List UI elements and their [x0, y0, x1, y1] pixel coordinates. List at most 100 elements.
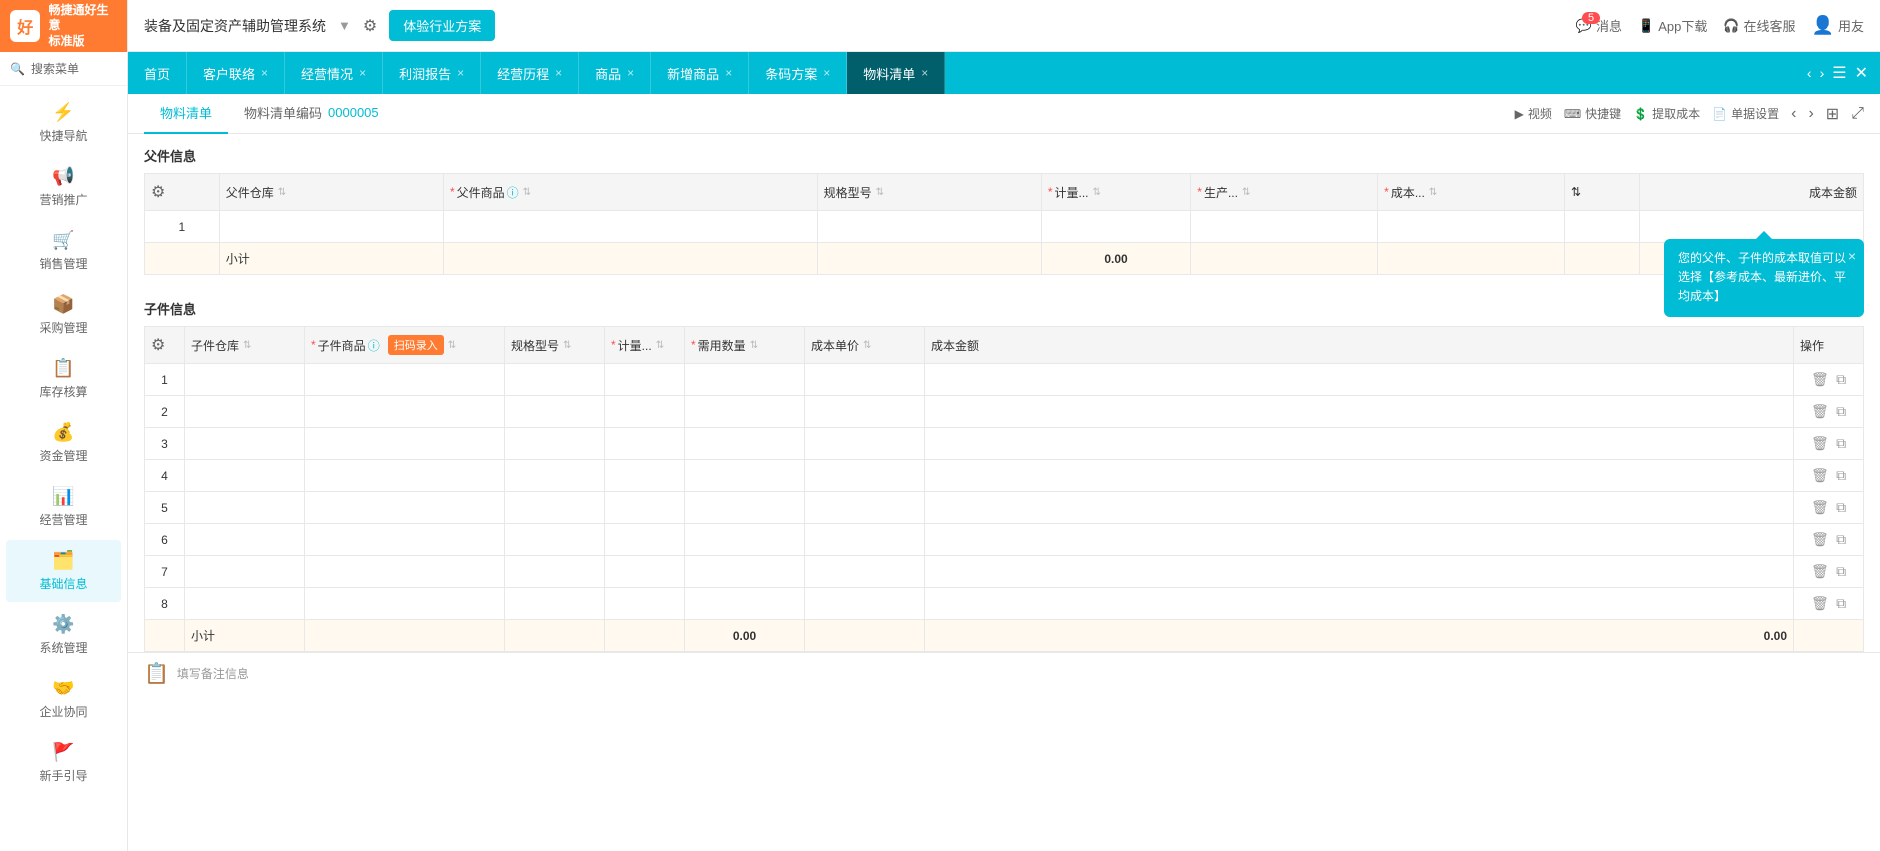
child-row-unit[interactable]: [605, 364, 685, 396]
grid-view[interactable]: ⊞: [1826, 104, 1839, 124]
sidebar-item-quick-nav[interactable]: ⚡ 快捷导航: [6, 92, 121, 154]
sidebar-item-marketing[interactable]: 📢 营销推广: [6, 156, 121, 218]
child-row-spec[interactable]: [505, 364, 605, 396]
tab-close-operations[interactable]: ×: [359, 66, 366, 80]
child-row-warehouse[interactable]: [185, 460, 305, 492]
view-action[interactable]: ▶ 视频: [1515, 105, 1552, 122]
copy-icon[interactable]: ⧉: [1836, 403, 1846, 419]
parent-row-1-cost[interactable]: [1378, 211, 1565, 243]
child-row-warehouse[interactable]: [185, 428, 305, 460]
child-row-warehouse[interactable]: [185, 492, 305, 524]
tab-close-history[interactable]: ×: [555, 66, 562, 80]
child-row-unit-price[interactable]: [805, 364, 925, 396]
tab-controls[interactable]: ‹ › ☰ ✕: [1795, 63, 1880, 83]
child-row-unit[interactable]: [605, 556, 685, 588]
online-service-btn[interactable]: 🎧 在线客服: [1723, 16, 1795, 35]
delete-icon[interactable]: 🗑: [1811, 371, 1829, 387]
child-row-unit-price[interactable]: [805, 588, 925, 620]
child-row-spec[interactable]: [505, 428, 605, 460]
child-row-warehouse[interactable]: [185, 364, 305, 396]
tab-nav-left[interactable]: ‹: [1803, 65, 1816, 81]
child-row-goods[interactable]: [305, 524, 505, 556]
copy-icon[interactable]: ⧉: [1836, 467, 1846, 483]
child-row-goods[interactable]: [305, 364, 505, 396]
delete-icon[interactable]: 🗑: [1811, 563, 1829, 579]
tab-operations[interactable]: 经营情况 ×: [285, 52, 383, 94]
parent-row-1-goods[interactable]: [443, 211, 817, 243]
sidebar-item-enterprise[interactable]: 🤝 企业协同: [6, 668, 121, 730]
delete-icon[interactable]: 🗑: [1811, 531, 1829, 547]
tab-history[interactable]: 经营历程 ×: [481, 52, 579, 94]
shortcut-action[interactable]: ⌨ 快捷键: [1564, 105, 1621, 122]
user-btn[interactable]: 👤 用友: [1812, 15, 1864, 36]
parent-row-1-unit[interactable]: [1041, 211, 1190, 243]
child-row-spec[interactable]: [505, 396, 605, 428]
tab-close-all[interactable]: ✕: [1851, 63, 1872, 83]
child-row-warehouse[interactable]: [185, 396, 305, 428]
child-row-goods[interactable]: [305, 396, 505, 428]
tab-menu[interactable]: ☰: [1828, 63, 1850, 83]
child-row-unit[interactable]: [605, 588, 685, 620]
child-row-qty[interactable]: [685, 396, 805, 428]
trial-btn[interactable]: 体验行业方案: [389, 10, 495, 41]
tab-close-new-goods[interactable]: ×: [725, 66, 732, 80]
tab-home[interactable]: 首页: [128, 52, 187, 94]
copy-icon[interactable]: ⧉: [1836, 499, 1846, 515]
delete-icon[interactable]: 🗑: [1811, 467, 1829, 483]
copy-icon[interactable]: ⧉: [1836, 595, 1846, 611]
child-row-goods[interactable]: [305, 588, 505, 620]
child-row-qty[interactable]: [685, 588, 805, 620]
child-row-unit-price[interactable]: [805, 460, 925, 492]
sidebar-item-basic[interactable]: 🗂️ 基础信息: [6, 540, 121, 602]
tab-customer[interactable]: 客户联络 ×: [187, 52, 285, 94]
sidebar-item-system[interactable]: ⚙️ 系统管理: [6, 604, 121, 666]
tab-close-bom[interactable]: ×: [921, 66, 928, 80]
tab-close-customer[interactable]: ×: [261, 66, 268, 80]
child-row-goods[interactable]: [305, 556, 505, 588]
child-row-spec[interactable]: [505, 492, 605, 524]
copy-icon[interactable]: ⧉: [1836, 563, 1846, 579]
child-row-goods[interactable]: [305, 460, 505, 492]
settings-icon[interactable]: ⚙: [363, 16, 377, 36]
tab-close-profit[interactable]: ×: [457, 66, 464, 80]
child-row-unit[interactable]: [605, 460, 685, 492]
sidebar-item-finance[interactable]: 💰 资金管理: [6, 412, 121, 474]
tab-close-goods[interactable]: ×: [627, 66, 634, 80]
delete-icon[interactable]: 🗑: [1811, 595, 1829, 611]
tab-profit[interactable]: 利润报告 ×: [383, 52, 481, 94]
child-row-unit-price[interactable]: [805, 428, 925, 460]
child-row-qty[interactable]: [685, 460, 805, 492]
child-row-warehouse[interactable]: [185, 524, 305, 556]
sub-tab-bom-list[interactable]: 物料清单: [144, 94, 228, 134]
child-row-unit[interactable]: [605, 524, 685, 556]
child-row-spec[interactable]: [505, 460, 605, 492]
info-icon[interactable]: ⓘ: [507, 184, 519, 201]
child-row-unit-price[interactable]: [805, 492, 925, 524]
delete-icon[interactable]: 🗑: [1811, 403, 1829, 419]
sidebar-item-operations[interactable]: 📊 经营管理: [6, 476, 121, 538]
child-row-qty[interactable]: [685, 492, 805, 524]
sub-tab-bom-code[interactable]: 物料清单编码 0000005: [228, 94, 395, 134]
copy-icon[interactable]: ⧉: [1836, 371, 1846, 387]
child-row-unit-price[interactable]: [805, 524, 925, 556]
parent-row-1-spec[interactable]: [817, 211, 1041, 243]
app-download-btn[interactable]: 📱 App下载: [1638, 16, 1707, 35]
delete-icon[interactable]: 🗑: [1811, 499, 1829, 515]
expand-icon[interactable]: ⤢: [1851, 105, 1864, 123]
child-row-spec[interactable]: [505, 588, 605, 620]
nav-next[interactable]: ›: [1808, 105, 1813, 123]
child-row-qty[interactable]: [685, 556, 805, 588]
child-row-spec[interactable]: [505, 524, 605, 556]
gear-icon[interactable]: ⚙: [151, 184, 165, 201]
parent-row-1-production[interactable]: [1191, 211, 1378, 243]
delete-icon[interactable]: 🗑: [1811, 435, 1829, 451]
child-row-qty[interactable]: [685, 524, 805, 556]
child-row-unit[interactable]: [605, 428, 685, 460]
child-row-qty[interactable]: [685, 364, 805, 396]
copy-icon[interactable]: ⧉: [1836, 435, 1846, 451]
child-row-goods[interactable]: [305, 492, 505, 524]
child-row-unit-price[interactable]: [805, 396, 925, 428]
settings-action[interactable]: 📄 单据设置: [1712, 105, 1779, 122]
child-row-unit-price[interactable]: [805, 556, 925, 588]
message-btn[interactable]: 💬 5 消息: [1576, 16, 1622, 35]
